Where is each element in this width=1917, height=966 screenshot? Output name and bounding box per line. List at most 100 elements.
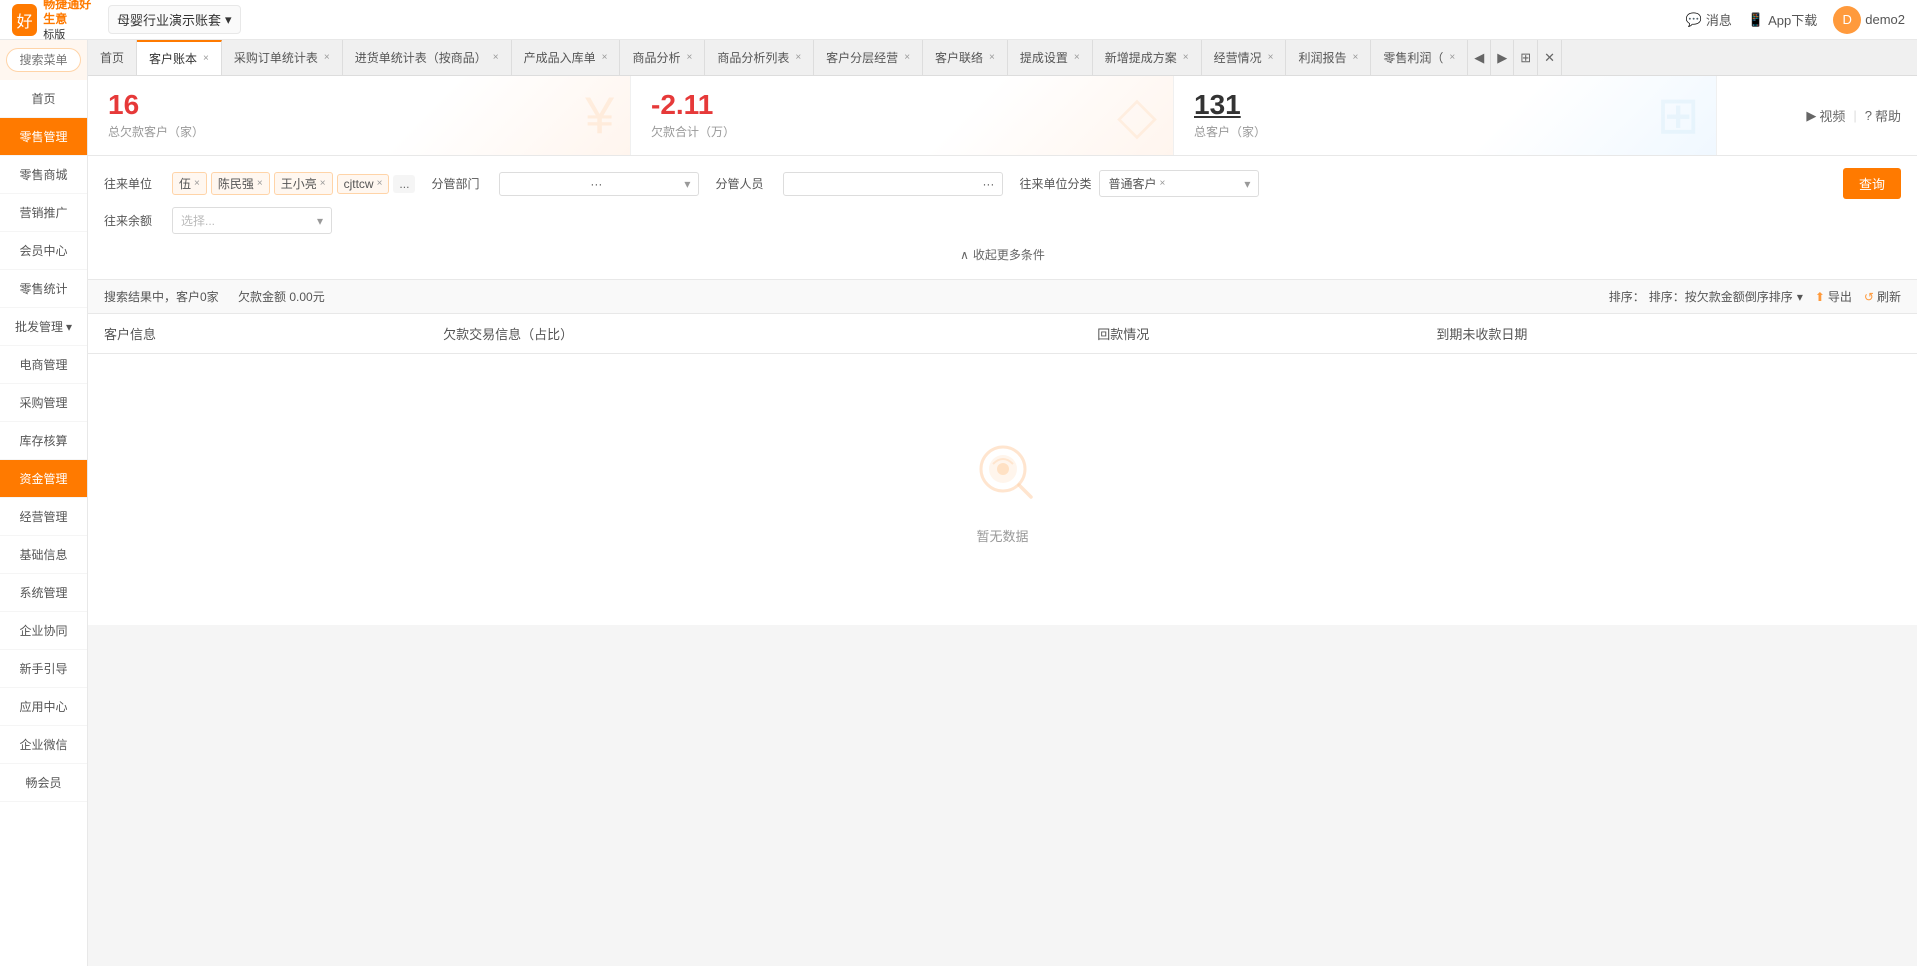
user-name: demo2 bbox=[1865, 12, 1905, 27]
close-icon[interactable]: × bbox=[989, 52, 995, 63]
filter-person-select[interactable]: ··· bbox=[783, 172, 1003, 196]
tab-customer-ledger[interactable]: 客户账本 × bbox=[137, 40, 222, 75]
sidebar-item-ecommerce-mgmt[interactable]: 电商管理 bbox=[0, 346, 87, 384]
main-layout: 首页 零售管理 零售商城 营销推广 会员中心 零售统计 批发管理 ▾ 电商管理 … bbox=[0, 40, 1917, 966]
tag-wang-label: 王小亮 bbox=[281, 175, 317, 192]
sidebar-item-retail-mgmt[interactable]: 零售管理 bbox=[0, 118, 87, 156]
close-icon[interactable]: × bbox=[602, 52, 608, 63]
export-btn[interactable]: ⬆ 导出 bbox=[1815, 288, 1852, 305]
sidebar-item-sys-mgmt[interactable]: 系统管理 bbox=[0, 574, 87, 612]
tab-customer-contact[interactable]: 客户联络 × bbox=[923, 40, 1008, 75]
remove-tag-chen[interactable]: × bbox=[257, 178, 263, 189]
tab-profit-report[interactable]: 利润报告 × bbox=[1286, 40, 1371, 75]
page-content: ¥ 16 总欠款客户（家） ◇ -2.11 欠款合计（万） ⊞ bbox=[88, 76, 1917, 966]
sidebar-item-basic-info[interactable]: 基础信息 bbox=[0, 536, 87, 574]
data-table: 客户信息 欠款交易信息（占比） 回款情况 到期未收款日期 bbox=[88, 314, 1917, 625]
search-input[interactable] bbox=[6, 48, 81, 72]
close-icon[interactable]: × bbox=[904, 52, 910, 63]
top-bar-right: 💬 消息 📱 App下载 D demo2 bbox=[1686, 6, 1905, 34]
sidebar-item-funds-mgmt[interactable]: 资金管理 bbox=[0, 460, 87, 498]
sidebar-item-member-center[interactable]: 会员中心 bbox=[0, 232, 87, 270]
help-btn[interactable]: ? 帮助 bbox=[1865, 106, 1901, 125]
sidebar-item-enterprise-coop[interactable]: 企业协同 bbox=[0, 612, 87, 650]
system-selector[interactable]: 母婴行业演示账套 ▾ bbox=[108, 5, 241, 34]
close-icon[interactable]: × bbox=[203, 53, 209, 64]
remove-tag-normal[interactable]: × bbox=[1159, 178, 1165, 189]
sort-select[interactable]: 排序： 排序：按欠款金额倒序排序 ▾ bbox=[1609, 288, 1803, 305]
remove-tag-wang[interactable]: × bbox=[320, 178, 326, 189]
stat-total-customers-text: 131 总客户（家） bbox=[1194, 91, 1266, 140]
close-icon[interactable]: × bbox=[1352, 52, 1358, 63]
tab-nav-next[interactable]: ▶ bbox=[1491, 40, 1514, 75]
tab-commission-settings[interactable]: 提成设置 × bbox=[1008, 40, 1093, 75]
brand-name: 畅捷通好生意 bbox=[43, 0, 100, 28]
sidebar-item-retail-stats[interactable]: 零售统计 bbox=[0, 270, 87, 308]
tab-close-all-btn[interactable]: ✕ bbox=[1538, 40, 1562, 75]
dropdown-more-icon: ··· bbox=[590, 177, 602, 191]
tab-customer-tier[interactable]: 客户分层经营 × bbox=[814, 40, 923, 75]
filter-more-btn[interactable]: ... bbox=[393, 175, 415, 193]
table-header: 客户信息 欠款交易信息（占比） 回款情况 到期未收款日期 bbox=[88, 314, 1917, 354]
sidebar-item-app-center[interactable]: 应用中心 bbox=[0, 688, 87, 726]
divider: | bbox=[1853, 108, 1856, 123]
tab-new-commission[interactable]: 新增提成方案 × bbox=[1093, 40, 1202, 75]
tag-normal-label: 普通客户 bbox=[1108, 175, 1156, 192]
empty-cell: 暂无数据 bbox=[88, 354, 1917, 626]
close-icon[interactable]: × bbox=[795, 52, 801, 63]
filter-dept-select[interactable]: ··· ▾ bbox=[499, 172, 699, 196]
sidebar-item-ops-mgmt[interactable]: 经营管理 bbox=[0, 498, 87, 536]
stat-overdue-text: 16 总欠款客户（家） bbox=[108, 91, 204, 140]
query-button[interactable]: 查询 bbox=[1843, 168, 1901, 199]
col-due-date: 到期未收款日期 bbox=[1420, 314, 1917, 354]
sidebar-item-new-guide[interactable]: 新手引导 bbox=[0, 650, 87, 688]
sidebar-item-enterprise-wechat[interactable]: 企业微信 bbox=[0, 726, 87, 764]
refresh-btn[interactable]: ↺ 刷新 bbox=[1864, 288, 1901, 305]
sidebar-item-inventory[interactable]: 库存核算 bbox=[0, 422, 87, 460]
empty-state-label: 暂无数据 bbox=[976, 526, 1028, 545]
dropdown-more-icon-2: ··· bbox=[982, 177, 994, 191]
sidebar-item-wholesale-mgmt[interactable]: 批发管理 ▾ bbox=[0, 308, 87, 346]
remove-tag-cjttcw[interactable]: × bbox=[377, 178, 383, 189]
tab-nav-prev[interactable]: ◀ bbox=[1468, 40, 1491, 75]
stat-overdue-label: 总欠款客户（家） bbox=[108, 123, 204, 140]
sidebar-item-home[interactable]: 首页 bbox=[0, 80, 87, 118]
close-icon[interactable]: × bbox=[686, 52, 692, 63]
close-icon[interactable]: × bbox=[1268, 52, 1274, 63]
close-icon[interactable]: × bbox=[1183, 52, 1189, 63]
user-menu[interactable]: D demo2 bbox=[1833, 6, 1905, 34]
filter-tag-normal: 普通客户 × bbox=[1108, 175, 1165, 192]
messages-btn[interactable]: 💬 消息 bbox=[1686, 10, 1732, 29]
sort-value: 排序：按欠款金额倒序排序 bbox=[1649, 288, 1793, 305]
sidebar-item-vip[interactable]: 畅会员 bbox=[0, 764, 87, 802]
collapse-label: 收起更多条件 bbox=[973, 246, 1045, 263]
video-label: 视频 bbox=[1819, 106, 1845, 125]
chevron-down-icon: ▾ bbox=[225, 12, 232, 28]
sidebar-item-retail-mall[interactable]: 零售商城 bbox=[0, 156, 87, 194]
tab-retail-profit[interactable]: 零售利润（ × bbox=[1371, 40, 1468, 75]
tab-ops-status[interactable]: 经营情况 × bbox=[1202, 40, 1287, 75]
col-overdue-info: 欠款交易信息（占比） bbox=[427, 314, 1081, 354]
result-summary: 搜索结果中，客户0家 欠款金额 0.00元 bbox=[104, 288, 325, 305]
top-bar-left: 好 畅捷通好生意 标版 母婴行业演示账套 ▾ bbox=[12, 0, 241, 42]
video-help-btn[interactable]: ▶ 视频 bbox=[1806, 106, 1845, 125]
result-amount: 欠款金额 0.00元 bbox=[238, 290, 325, 304]
collapse-btn[interactable]: ∧ 收起更多条件 bbox=[104, 242, 1901, 267]
app-download-btn[interactable]: 📱 App下载 bbox=[1748, 10, 1817, 29]
result-bar-right: 排序： 排序：按欠款金额倒序排序 ▾ ⬆ 导出 ↺ 刷新 bbox=[1609, 288, 1901, 305]
tab-expand-btn[interactable]: ⊞ bbox=[1514, 40, 1538, 75]
tab-inbound-stats[interactable]: 进货单统计表（按商品） × bbox=[343, 40, 512, 75]
sidebar-item-purchase-mgmt[interactable]: 采购管理 bbox=[0, 384, 87, 422]
close-icon[interactable]: × bbox=[1449, 52, 1455, 63]
filter-unit-type-select[interactable]: 普通客户 × ▾ bbox=[1099, 170, 1259, 197]
remove-tag-wu[interactable]: × bbox=[194, 178, 200, 189]
close-icon[interactable]: × bbox=[324, 52, 330, 63]
filter-balance-select[interactable]: 选择... ▾ bbox=[172, 207, 332, 234]
tab-finished-goods[interactable]: 产成品入库单 × bbox=[512, 40, 621, 75]
sidebar-item-marketing[interactable]: 营销推广 bbox=[0, 194, 87, 232]
tab-product-analysis-list[interactable]: 商品分析列表 × bbox=[705, 40, 814, 75]
close-icon[interactable]: × bbox=[493, 52, 499, 63]
tab-home[interactable]: 首页 bbox=[88, 40, 137, 75]
close-icon[interactable]: × bbox=[1074, 52, 1080, 63]
tab-product-analysis[interactable]: 商品分析 × bbox=[620, 40, 705, 75]
tab-purchase-order[interactable]: 采购订单统计表 × bbox=[222, 40, 343, 75]
